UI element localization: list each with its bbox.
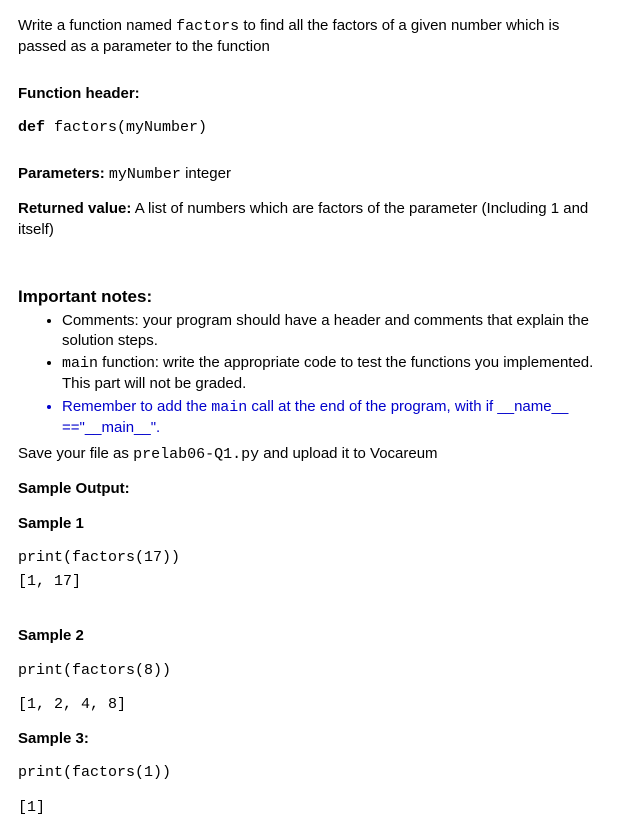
note2-code: main xyxy=(62,355,98,372)
sample3-code: print(factors(1)) xyxy=(18,763,608,783)
sample3-output: [1] xyxy=(18,798,608,818)
intro-pre: Write a function named xyxy=(18,17,176,34)
function-signature: factors(myNumber) xyxy=(54,119,207,136)
function-header-label: Function header: xyxy=(18,84,608,104)
note3-pre: Remember to add the xyxy=(62,398,211,415)
note-item-1: Comments: your program should have a hea… xyxy=(62,311,608,352)
sample2-output: [1, 2, 4, 8] xyxy=(18,695,608,715)
function-header-title: Function header: xyxy=(18,85,140,102)
sample1-code: print(factors(17)) xyxy=(18,548,608,568)
sample2-label: Sample 2 xyxy=(18,626,608,646)
note3-code: main xyxy=(211,399,247,416)
parameters-name: myNumber xyxy=(109,166,181,183)
save-pre: Save your file as xyxy=(18,445,133,462)
sample2-code: print(factors(8)) xyxy=(18,661,608,681)
note-item-3: Remember to add the main call at the end… xyxy=(62,397,608,439)
def-keyword: def xyxy=(18,119,45,136)
save-filename: prelab06-Q1.py xyxy=(133,446,259,463)
save-post: and upload it to Vocareum xyxy=(259,445,437,462)
returned-value-line: Returned value: A list of numbers which … xyxy=(18,199,608,240)
notes-list: Comments: your program should have a hea… xyxy=(18,311,608,439)
parameters-line: Parameters: myNumber integer xyxy=(18,164,608,185)
function-header-code: def factors(myNumber) xyxy=(18,118,608,138)
parameters-type: integer xyxy=(185,165,231,182)
important-notes-title: Important notes: xyxy=(18,286,608,309)
sample1-label: Sample 1 xyxy=(18,514,608,534)
sample1-output: [1, 17] xyxy=(18,572,608,592)
note-item-2: main function: write the appropriate cod… xyxy=(62,353,608,395)
sample3-label: Sample 3: xyxy=(18,729,608,749)
intro-paragraph: Write a function named factors to find a… xyxy=(18,16,608,58)
returned-label: Returned value: xyxy=(18,200,131,217)
parameters-label: Parameters: xyxy=(18,165,105,182)
intro-fn: factors xyxy=(176,18,239,35)
save-file-line: Save your file as prelab06-Q1.py and upl… xyxy=(18,444,608,465)
sample-output-label: Sample Output: xyxy=(18,479,608,499)
note2-text: function: write the appropriate code to … xyxy=(62,354,593,392)
